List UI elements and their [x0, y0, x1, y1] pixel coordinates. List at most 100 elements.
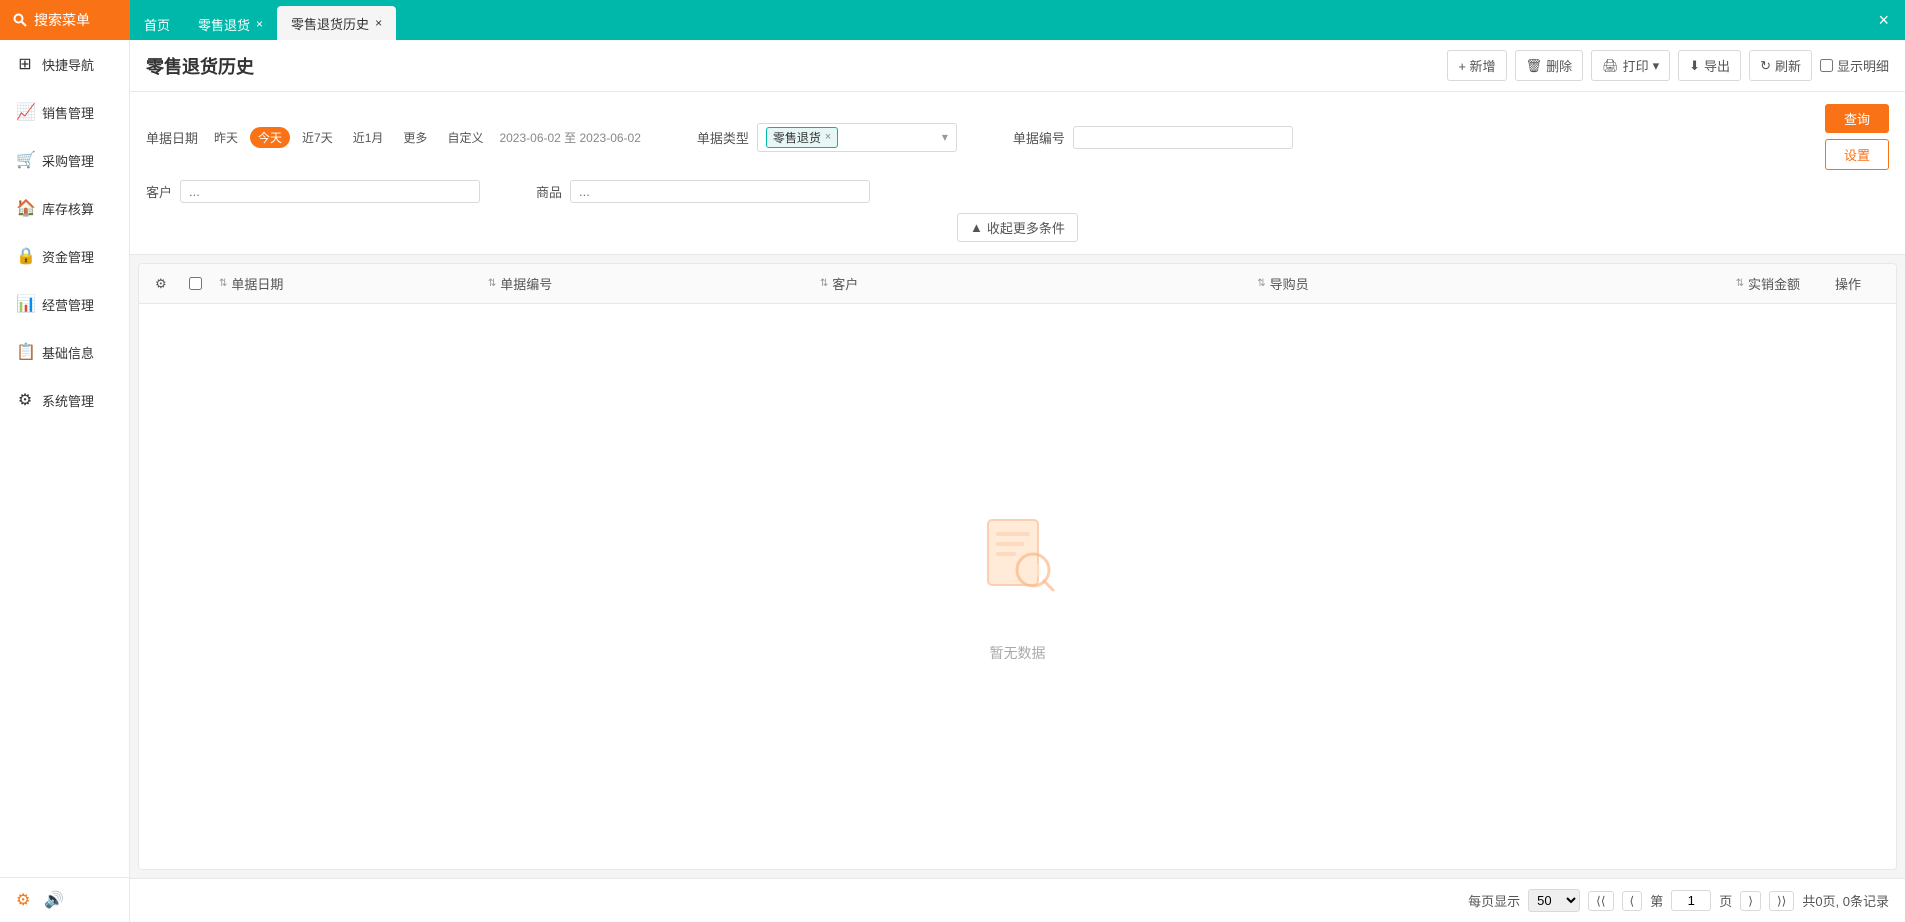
query-btn[interactable]: 查询	[1825, 104, 1889, 133]
add-btn-label: + 新增	[1458, 56, 1495, 75]
collapse-up-icon: ▲	[970, 220, 983, 235]
sidebar-item-sales[interactable]: 📈 销售管理	[0, 88, 129, 136]
doc-type-tag-text: 零售退货	[773, 129, 821, 146]
doc-type-dropdown-icon: ▾	[942, 130, 948, 144]
date-btn-today[interactable]: 今天	[250, 127, 290, 148]
date-btn-last-month[interactable]: 近1月	[345, 127, 392, 148]
page-last-btn[interactable]: ⟩⟩	[1769, 891, 1794, 911]
delete-btn[interactable]: 🗑 删除	[1515, 50, 1584, 81]
customer-filter: 客户	[146, 180, 480, 203]
tab-retail-return-history-close[interactable]: ×	[375, 17, 382, 29]
page-next-btn[interactable]: ⟩	[1740, 891, 1761, 911]
page-first-btn[interactable]: ⟨⟨	[1588, 891, 1613, 911]
sidebar-settings-icon[interactable]: ⚙	[16, 890, 30, 910]
tab-home[interactable]: 首页	[130, 8, 184, 40]
page-prev-btn[interactable]: ⟨	[1622, 891, 1643, 911]
sidebar-item-finance-label: 资金管理	[42, 247, 94, 266]
content-area: 零售退货历史 + 新增 🗑 删除 🖨 打印 ▾ ⬇ 导出	[130, 40, 1905, 922]
tab-retail-return[interactable]: 零售退货 ×	[184, 8, 277, 40]
purchase-icon: 🛒	[16, 150, 34, 170]
th-guide[interactable]: ⇅ 导购员	[1249, 274, 1581, 293]
toolbar: + 新增 🗑 删除 🖨 打印 ▾ ⬇ 导出 ↻ 刷新	[1447, 50, 1889, 81]
th-checkbox[interactable]	[179, 277, 211, 290]
sidebar-audio-icon[interactable]: 🔊	[44, 890, 64, 910]
sort-date-icon: ⇅	[219, 278, 227, 289]
filter-actions: 查询 设置	[1825, 104, 1889, 170]
th-customer[interactable]: ⇅ 客户	[812, 274, 1249, 293]
th-action-label: 操作	[1835, 274, 1861, 293]
th-guide-label: 导购员	[1270, 274, 1309, 293]
refresh-icon: ↻	[1760, 58, 1771, 74]
sidebar-item-system-label: 系统管理	[42, 391, 94, 410]
print-dropdown-icon: ▾	[1653, 58, 1660, 74]
sidebar-item-quick-nav[interactable]: ⊞ 快捷导航	[0, 40, 129, 88]
doc-type-select[interactable]: 零售退货 × ▾	[757, 123, 957, 152]
date-range-text: 2023-06-02 至 2023-06-02	[499, 129, 640, 146]
doc-type-label: 单据类型	[697, 128, 749, 147]
date-btn-custom[interactable]: 自定义	[439, 127, 491, 148]
doc-type-tag-close[interactable]: ×	[825, 131, 831, 143]
tab-home-label: 首页	[144, 15, 170, 34]
th-settings[interactable]: ⚙	[147, 276, 179, 292]
filter-settings-btn[interactable]: 设置	[1825, 139, 1889, 170]
th-date[interactable]: ⇅ 单据日期	[211, 274, 480, 293]
th-amount-label: 实销金额	[1748, 274, 1800, 293]
show-details-checkbox[interactable]	[1820, 59, 1833, 72]
table-container: ⚙ ⇅ 单据日期 ⇅ 单据编号 ⇅ 客户 ⇅ 导购员	[138, 263, 1897, 870]
search-menu-btn[interactable]: 搜索菜单	[0, 0, 130, 40]
sidebar-item-system[interactable]: ⚙ 系统管理	[0, 376, 129, 424]
window-close-btn[interactable]: ×	[1862, 10, 1905, 31]
date-btn-last7[interactable]: 近7天	[294, 127, 341, 148]
system-icon: ⚙	[16, 390, 34, 410]
finance-icon: 🔒	[16, 246, 34, 266]
sidebar-item-finance[interactable]: 🔒 资金管理	[0, 232, 129, 280]
select-all-checkbox[interactable]	[189, 277, 202, 290]
sidebar-item-purchase[interactable]: 🛒 采购管理	[0, 136, 129, 184]
empty-svg	[968, 510, 1068, 610]
refresh-btn[interactable]: ↻ 刷新	[1749, 50, 1812, 81]
date-filter: 单据日期 昨天 今天 近7天 近1月 更多 自定义 2023-06-02 至 2…	[146, 127, 641, 148]
date-btn-more[interactable]: 更多	[395, 127, 435, 148]
export-btn-label: 导出	[1704, 56, 1730, 75]
doc-num-label: 单据编号	[1013, 128, 1065, 147]
quick-nav-icon: ⊞	[16, 54, 34, 74]
tab-retail-return-close[interactable]: ×	[256, 18, 263, 30]
th-date-label: 单据日期	[231, 274, 283, 293]
refresh-btn-label: 刷新	[1775, 56, 1801, 75]
page-title: 零售退货历史	[146, 53, 254, 79]
th-doc-num[interactable]: ⇅ 单据编号	[480, 274, 812, 293]
page-input[interactable]	[1671, 890, 1711, 911]
print-btn[interactable]: 🖨 打印 ▾	[1591, 50, 1670, 81]
sidebar-bottom: ⚙ 🔊	[0, 877, 129, 922]
tab-retail-return-history[interactable]: 零售退货历史 ×	[277, 6, 396, 40]
sidebar-item-inventory[interactable]: 🏠 库存核算	[0, 184, 129, 232]
doc-type-filter: 单据类型 零售退货 × ▾	[697, 123, 957, 152]
pagination: 每页显示 50 10 20 100 ⟨⟨ ⟨ 第 页 ⟩ ⟩⟩ 共0页, 0条记…	[130, 878, 1905, 922]
th-amount[interactable]: ⇅ 实销金额	[1581, 274, 1808, 293]
export-btn[interactable]: ⬇ 导出	[1678, 50, 1741, 81]
doc-type-tag: 零售退货 ×	[766, 127, 838, 148]
date-btn-yesterday[interactable]: 昨天	[206, 127, 246, 148]
add-btn[interactable]: + 新增	[1447, 50, 1506, 81]
collapse-btn-label: 收起更多条件	[987, 218, 1065, 237]
sort-amount-icon: ⇅	[1736, 278, 1744, 289]
th-customer-label: 客户	[832, 274, 858, 293]
page-size-select[interactable]: 50 10 20 100	[1528, 889, 1580, 912]
doc-num-input[interactable]	[1073, 126, 1293, 149]
customer-input[interactable]	[180, 180, 480, 203]
sidebar-item-operations[interactable]: 📊 经营管理	[0, 280, 129, 328]
tab-list: 首页 零售退货 × 零售退货历史 ×	[130, 0, 1862, 40]
customer-label: 客户	[146, 182, 172, 201]
collapse-btn[interactable]: ▲ 收起更多条件	[957, 213, 1078, 242]
tab-retail-return-label: 零售退货	[198, 15, 250, 34]
goods-input[interactable]	[570, 180, 870, 203]
goods-filter: 商品	[536, 180, 870, 203]
show-details-text: 显示明细	[1837, 56, 1889, 75]
date-filter-label: 单据日期	[146, 128, 198, 147]
filter-row-2: 客户 商品	[146, 180, 1889, 203]
doc-num-filter: 单据编号	[1013, 126, 1293, 149]
delete-icon: 🗑	[1526, 58, 1543, 74]
sort-customer-icon: ⇅	[820, 278, 828, 289]
print-btn-label: 打印	[1623, 56, 1649, 75]
sidebar-item-basic-info[interactable]: 📋 基础信息	[0, 328, 129, 376]
